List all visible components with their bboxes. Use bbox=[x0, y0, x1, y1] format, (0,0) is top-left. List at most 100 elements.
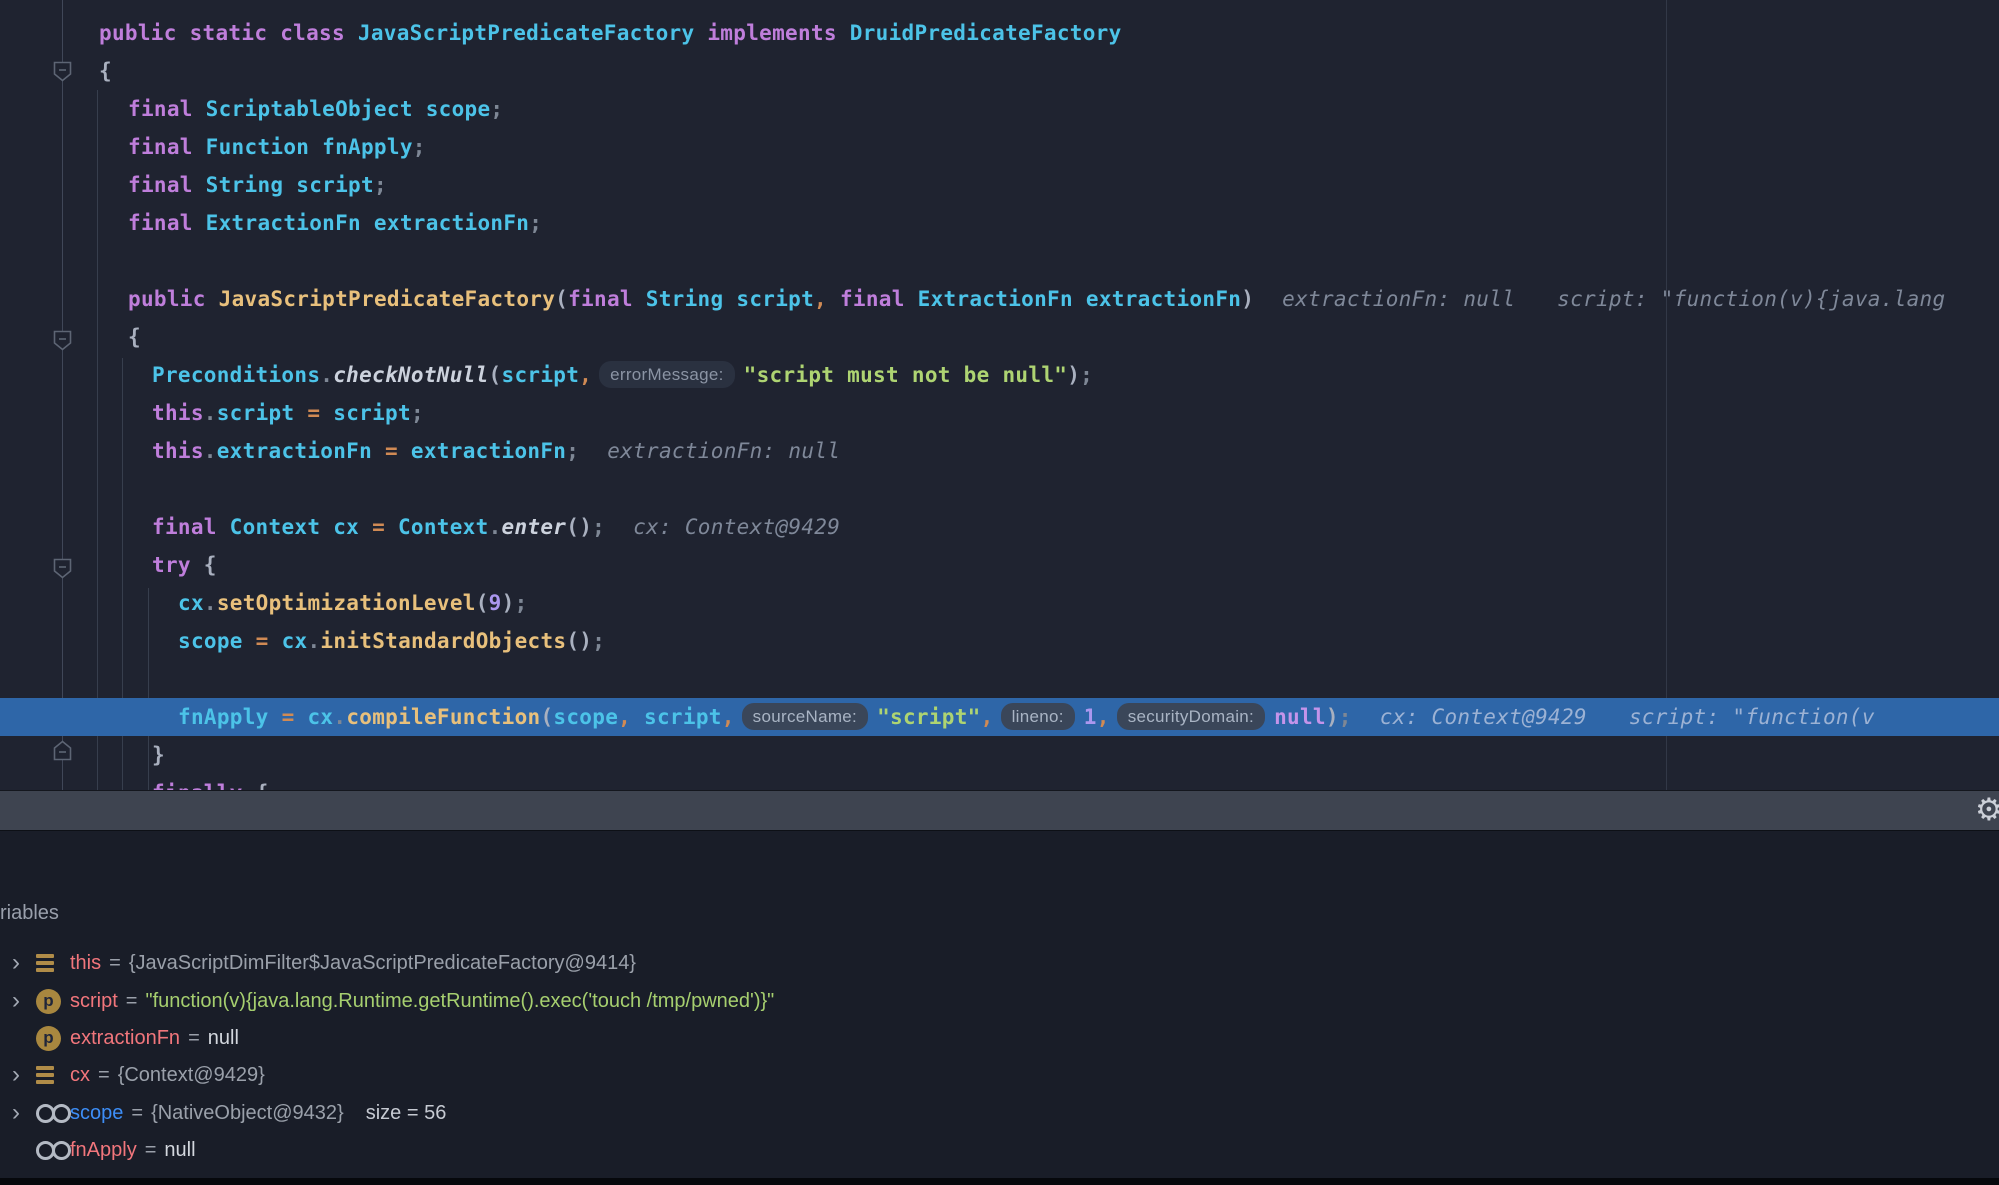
code-line[interactable] bbox=[0, 242, 1999, 280]
code-token: Context bbox=[397, 515, 489, 539]
code-token: scope bbox=[178, 629, 243, 653]
code-token: ; bbox=[514, 591, 528, 615]
code-token: ; bbox=[566, 439, 580, 463]
code-token: . bbox=[203, 439, 217, 463]
window-bottom-edge bbox=[0, 1178, 1999, 1185]
code-token: final bbox=[568, 287, 633, 311]
debugger-inline-hint: extractionFn: null bbox=[607, 439, 841, 463]
code-token: final bbox=[128, 135, 193, 159]
code-line[interactable]: this.extractionFn = extractionFn; extract… bbox=[0, 432, 1999, 470]
code-line[interactable]: public static class JavaScriptPredicateF… bbox=[0, 14, 1999, 52]
code-token: . bbox=[203, 401, 217, 425]
fold-end-icon[interactable] bbox=[53, 740, 72, 761]
variable-value: {JavaScriptDimFilter$JavaScriptPredicate… bbox=[128, 951, 636, 974]
code-token: initStandardObjects bbox=[320, 629, 567, 653]
variables-panel: riables › this = {JavaScriptDimFilter$JavaS… bbox=[0, 831, 1999, 1178]
expand-chevron-icon[interactable]: › bbox=[12, 1061, 36, 1089]
code-line[interactable]: scope = cx.initStandardObjects(); bbox=[0, 622, 1999, 660]
object-icon bbox=[36, 954, 70, 972]
variable-value: "function(v){java.lang.Runtime.getRuntim… bbox=[145, 989, 775, 1012]
code-line[interactable]: Preconditions.checkNotNull(script, errorM… bbox=[0, 356, 1999, 394]
code-token: . bbox=[203, 591, 217, 615]
equals-sign: = bbox=[188, 1026, 200, 1049]
variable-row[interactable]: › this = {JavaScriptDimFilter$JavaScriptPre… bbox=[0, 948, 636, 978]
field-icon bbox=[36, 1140, 71, 1160]
code-line[interactable]: { bbox=[0, 318, 1999, 356]
equals-sign: = bbox=[109, 951, 121, 974]
code-line[interactable] bbox=[0, 470, 1999, 508]
code-line[interactable]: } bbox=[0, 736, 1999, 774]
code-token: . bbox=[333, 705, 347, 729]
code-token: = bbox=[385, 439, 398, 463]
code-token: ; bbox=[529, 211, 543, 235]
ide-window: public static class JavaScriptPredicateF… bbox=[0, 0, 1999, 1185]
parameter-icon: p bbox=[36, 1025, 70, 1051]
code-token: checkNotNull bbox=[333, 363, 489, 387]
variable-row[interactable]: › cx = {Context@9429} bbox=[0, 1060, 265, 1090]
code-editor[interactable]: public static class JavaScriptPredicateF… bbox=[0, 0, 1999, 790]
code-token: , bbox=[618, 705, 632, 729]
code-line[interactable]: final ExtractionFn extractionFn; bbox=[0, 204, 1999, 242]
code-token: final bbox=[128, 97, 193, 121]
expand-chevron-icon[interactable]: › bbox=[12, 987, 36, 1015]
code-line[interactable]: finally { bbox=[0, 774, 1999, 790]
code-line[interactable]: cx.setOptimizationLevel(9); bbox=[0, 584, 1999, 622]
variable-row[interactable]: › p script = "function(v){java.lang.Runtime.… bbox=[0, 986, 774, 1016]
code-token: , bbox=[980, 705, 994, 729]
expand-chevron-icon[interactable]: › bbox=[12, 1099, 36, 1127]
current-execution-line[interactable]: fnApply = cx.compileFunction(scope, scri… bbox=[0, 698, 1999, 736]
code-token: ; bbox=[592, 629, 606, 653]
code-token: ; bbox=[412, 135, 426, 159]
code-line[interactable]: { bbox=[0, 52, 1999, 90]
code-token: = bbox=[255, 629, 269, 653]
expand-chevron-icon[interactable]: › bbox=[12, 949, 36, 977]
variable-name: extractionFn bbox=[70, 1026, 181, 1049]
code-line[interactable]: this.script = script; bbox=[0, 394, 1999, 432]
code-token: ; bbox=[410, 401, 424, 425]
variable-value: null bbox=[164, 1138, 196, 1161]
fold-collapse-icon[interactable] bbox=[53, 330, 72, 351]
code-token: script bbox=[644, 705, 722, 729]
code-line[interactable]: final Context cx = Context.enter(); cx: C… bbox=[0, 508, 1999, 546]
code-line[interactable]: final String script; bbox=[0, 166, 1999, 204]
code-token: setOptimizationLevel bbox=[216, 591, 476, 615]
code-token: enter bbox=[501, 515, 567, 539]
fold-collapse-icon[interactable] bbox=[53, 61, 72, 82]
variable-row[interactable]: p extractionFn = null bbox=[0, 1023, 239, 1053]
code-line[interactable]: final Function fnApply; bbox=[0, 128, 1999, 166]
fold-collapse-icon[interactable] bbox=[53, 558, 72, 579]
code-token: Function fnApply bbox=[205, 135, 413, 159]
code-token: final bbox=[128, 173, 193, 197]
code-line[interactable]: try { bbox=[0, 546, 1999, 584]
code-line[interactable]: final ScriptableObject scope; bbox=[0, 90, 1999, 128]
code-token: . bbox=[320, 363, 334, 387]
code-token: Preconditions bbox=[152, 363, 321, 387]
code-token: scope bbox=[553, 705, 619, 729]
code-token: ; bbox=[1338, 705, 1352, 729]
code-token: { bbox=[256, 781, 269, 790]
settings-gear-icon[interactable]: ⚙ bbox=[1975, 792, 1999, 828]
code-line[interactable]: public JavaScriptPredicateFactory(final … bbox=[0, 280, 1999, 318]
field-icon bbox=[36, 1103, 71, 1123]
code-token: . bbox=[307, 629, 321, 653]
code-token: DruidPredicateFactory bbox=[849, 21, 1122, 45]
code-token: ; bbox=[373, 173, 387, 197]
code-token: = bbox=[281, 705, 295, 729]
variable-row[interactable]: › scope = {NativeObject@9432} size = 56 bbox=[0, 1098, 446, 1128]
code-token: final bbox=[152, 515, 217, 539]
variable-row[interactable]: fnApply = null bbox=[0, 1135, 196, 1165]
code-token: this bbox=[152, 401, 204, 425]
code-line[interactable] bbox=[0, 660, 1999, 698]
